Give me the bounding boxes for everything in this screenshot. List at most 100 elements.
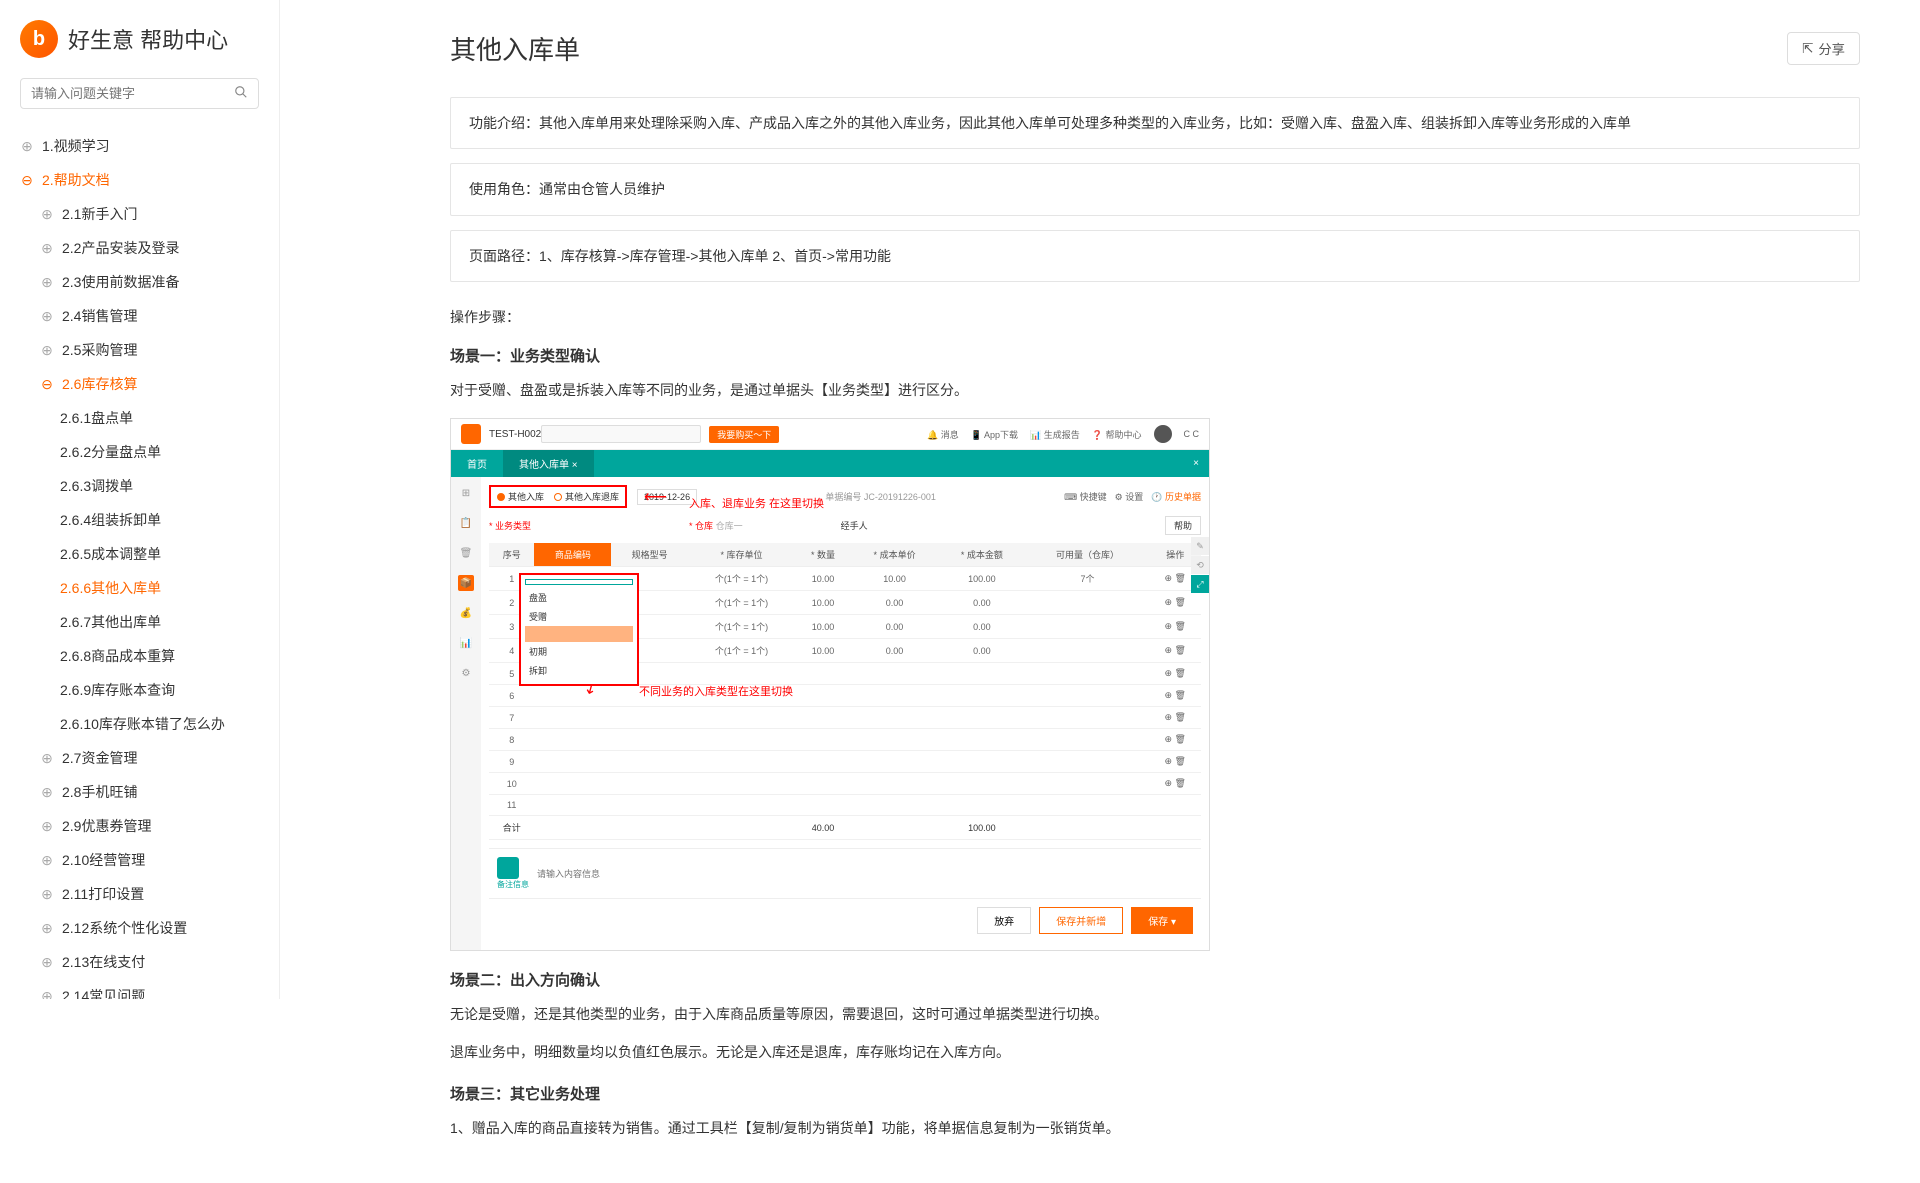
th-unit: * 库存单位: [688, 543, 795, 567]
nav-label: 2.6.2分量盘点单: [60, 442, 161, 462]
nav-label: 2.13在线支付: [62, 952, 145, 972]
scene3-title: 场景三：其它业务处理: [450, 1083, 1860, 1104]
nav-2-6-6[interactable]: 2.6.6其他入库单: [20, 571, 259, 605]
logo[interactable]: b 好生意 帮助中心: [20, 20, 259, 58]
plus-icon: ⊕: [40, 819, 54, 833]
nav-2-6-4[interactable]: 2.6.4组装拆卸单: [20, 503, 259, 537]
plus-icon: ⊕: [40, 785, 54, 799]
plus-icon: ⊕: [40, 989, 54, 999]
ss-body: ⊞ 📋 🗑 📦 💰 📊 ⚙ 其他入库 其他入库退库: [451, 477, 1209, 950]
ss-tab-other: 其他入库单 ×: [503, 450, 594, 477]
ss-tabs: 首页 其他入库单 × ×: [451, 450, 1209, 477]
th-code: 商品编码: [534, 543, 611, 567]
nav-2-6-1[interactable]: 2.6.1盘点单: [20, 401, 259, 435]
ss-footer: 放弃 保存并新增 保存 ▾: [489, 898, 1201, 942]
ss-promo: 我要购买～下: [709, 426, 779, 443]
site-name: 好生意 帮助中心: [68, 23, 228, 55]
ss-tool-icon: ⟲: [1191, 556, 1209, 574]
search-icon[interactable]: [234, 85, 248, 102]
nav-2-3[interactable]: ⊕2.3使用前数据准备: [20, 265, 259, 299]
btn-save-add: 保存并新增: [1039, 907, 1123, 934]
page-header: 其他入库单 ⇱ 分享: [450, 30, 1860, 67]
ss-tab-close-icon: ×: [1183, 458, 1209, 469]
nav-docs[interactable]: ⊖ 2.帮助文档: [20, 163, 259, 197]
ss-dd-item: 盘盈: [525, 588, 633, 607]
ss-nav-icon: 📦: [458, 575, 474, 591]
th-avail: 可用量（仓库）: [1026, 543, 1150, 567]
nav-2-1[interactable]: ⊕2.1新手入门: [20, 197, 259, 231]
plus-icon: ⊕: [40, 241, 54, 255]
nav-2-2[interactable]: ⊕2.2产品安装及登录: [20, 231, 259, 265]
th-no: 序号: [489, 543, 534, 567]
minus-icon: ⊖: [20, 173, 34, 187]
nav-2-7[interactable]: ⊕ 2.7资金管理: [20, 741, 259, 775]
plus-icon: ⊕: [40, 955, 54, 969]
nav-2-6-8[interactable]: 2.6.8商品成本重算: [20, 639, 259, 673]
sidebar: b 好生意 帮助中心 ⊕1.视频学习 ⊖ 2.帮助文档 ⊕2.1新手入门 ⊕2.2…: [0, 0, 280, 999]
nav-label: 2.6.8商品成本重算: [60, 646, 175, 666]
share-button[interactable]: ⇱ 分享: [1787, 32, 1860, 65]
nav-2-14[interactable]: ⊕2.14常见问题: [20, 979, 259, 999]
nav-label: 2.6.3调拨单: [60, 476, 133, 496]
nav-label: 2.帮助文档: [42, 170, 110, 190]
ss-msg: 🔔 消息: [927, 428, 959, 441]
ss-radio-in: 其他入库: [497, 490, 544, 503]
table-row: 10⊕ 🗑: [489, 773, 1201, 795]
nav-label: 2.10经营管理: [62, 850, 145, 870]
nav-2-4[interactable]: ⊕2.4销售管理: [20, 299, 259, 333]
nav-video[interactable]: ⊕1.视频学习: [20, 129, 259, 163]
main-content: 其他入库单 ⇱ 分享 功能介绍：其他入库单用来处理除采购入库、产成品入库之外的其…: [280, 0, 1920, 1183]
nav-label: 2.8手机旺铺: [62, 782, 137, 802]
screenshot-image: TEST-H002 我要购买～下 🔔 消息 📱 App下载 📊 生成报告 ❓ 帮…: [450, 418, 1210, 951]
ss-user: C C: [1184, 429, 1200, 439]
ss-radio-return: 其他入库退库: [554, 490, 619, 503]
nav-2-11[interactable]: ⊕2.11打印设置: [20, 877, 259, 911]
nav-2-12[interactable]: ⊕2.12系统个性化设置: [20, 911, 259, 945]
nav-2-6-10[interactable]: 2.6.10库存账本错了怎么办: [20, 707, 259, 741]
plus-icon: ⊕: [40, 921, 54, 935]
info-role: 使用角色：通常由仓管人员维护: [450, 163, 1860, 215]
nav-2-6[interactable]: ⊖2.6库存核算: [20, 367, 259, 401]
nav-2-8[interactable]: ⊕ 2.8手机旺铺: [20, 775, 259, 809]
scene2-text1: 无论是受赠，还是其他类型的业务，由于入库商品质量等原因，需要退回，这时可通过单据…: [450, 1002, 1860, 1027]
nav-label: 2.9优惠券管理: [62, 816, 151, 836]
ss-nav-icon: 💰: [458, 605, 474, 621]
table-total-row: 合计40.00100.00: [489, 816, 1201, 840]
ss-dd-item: 拆卸: [525, 661, 633, 680]
nav-label: 2.6.7其他出库单: [60, 612, 161, 632]
ss-content: 其他入库 其他入库退库 ⟵ 2019-12-26 入库、退库业务 在这里切换 单…: [481, 477, 1209, 950]
nav-2-13[interactable]: ⊕ 2.13在线支付: [20, 945, 259, 979]
search-box[interactable]: [20, 78, 259, 109]
nav-2-6-5[interactable]: 2.6.5成本调整单: [20, 537, 259, 571]
plus-icon: ⊕: [40, 207, 54, 221]
ss-dd-item: 受赠: [525, 607, 633, 626]
nav-2-9[interactable]: ⊕ 2.9优惠券管理: [20, 809, 259, 843]
nav-label: 2.7资金管理: [62, 748, 137, 768]
nav-2-6-9[interactable]: 2.6.9库存账本查询: [20, 673, 259, 707]
plus-icon: ⊕: [40, 751, 54, 765]
plus-icon: ⊕: [40, 887, 54, 901]
nav-2-10[interactable]: ⊕ 2.10经营管理: [20, 843, 259, 877]
search-input[interactable]: [31, 86, 234, 101]
ss-env-label: TEST-H002: [489, 429, 541, 440]
nav-2-6-2[interactable]: 2.6.2分量盘点单: [20, 435, 259, 469]
nav-2-6-3[interactable]: 2.6.3调拨单: [20, 469, 259, 503]
plus-icon: ⊕: [40, 853, 54, 867]
table-row: 11: [489, 795, 1201, 816]
nav-label: 2.6.6其他入库单: [60, 578, 161, 598]
arrow-icon: ⟵: [644, 487, 667, 507]
path-label: 页面路径：: [469, 248, 539, 264]
nav-2-5[interactable]: ⊕2.5采购管理: [20, 333, 259, 367]
nav-label: 2.6.4组装拆卸单: [60, 510, 161, 530]
ss-dd-input: [525, 579, 633, 585]
nav-label: 2.6.5成本调整单: [60, 544, 161, 564]
memo-icon: [497, 857, 519, 879]
table-row: 9⊕ 🗑: [489, 751, 1201, 773]
share-label: 分享: [1818, 39, 1845, 58]
nav-2-6-7[interactable]: 2.6.7其他出库单: [20, 605, 259, 639]
ss-right-toolstrip: ✎ ⟲ ⤢: [1191, 537, 1209, 594]
role-text: 通常由仓管人员维护: [539, 181, 665, 197]
nav-list: ⊕1.视频学习 ⊖2.帮助文档 ⊕2.1新手入门 ⊕2.2产品安装及登录 ⊕2.…: [20, 129, 259, 999]
ss-link: ⚙ 设置: [1115, 490, 1144, 503]
ss-nav-icon: 🗑: [458, 545, 474, 561]
